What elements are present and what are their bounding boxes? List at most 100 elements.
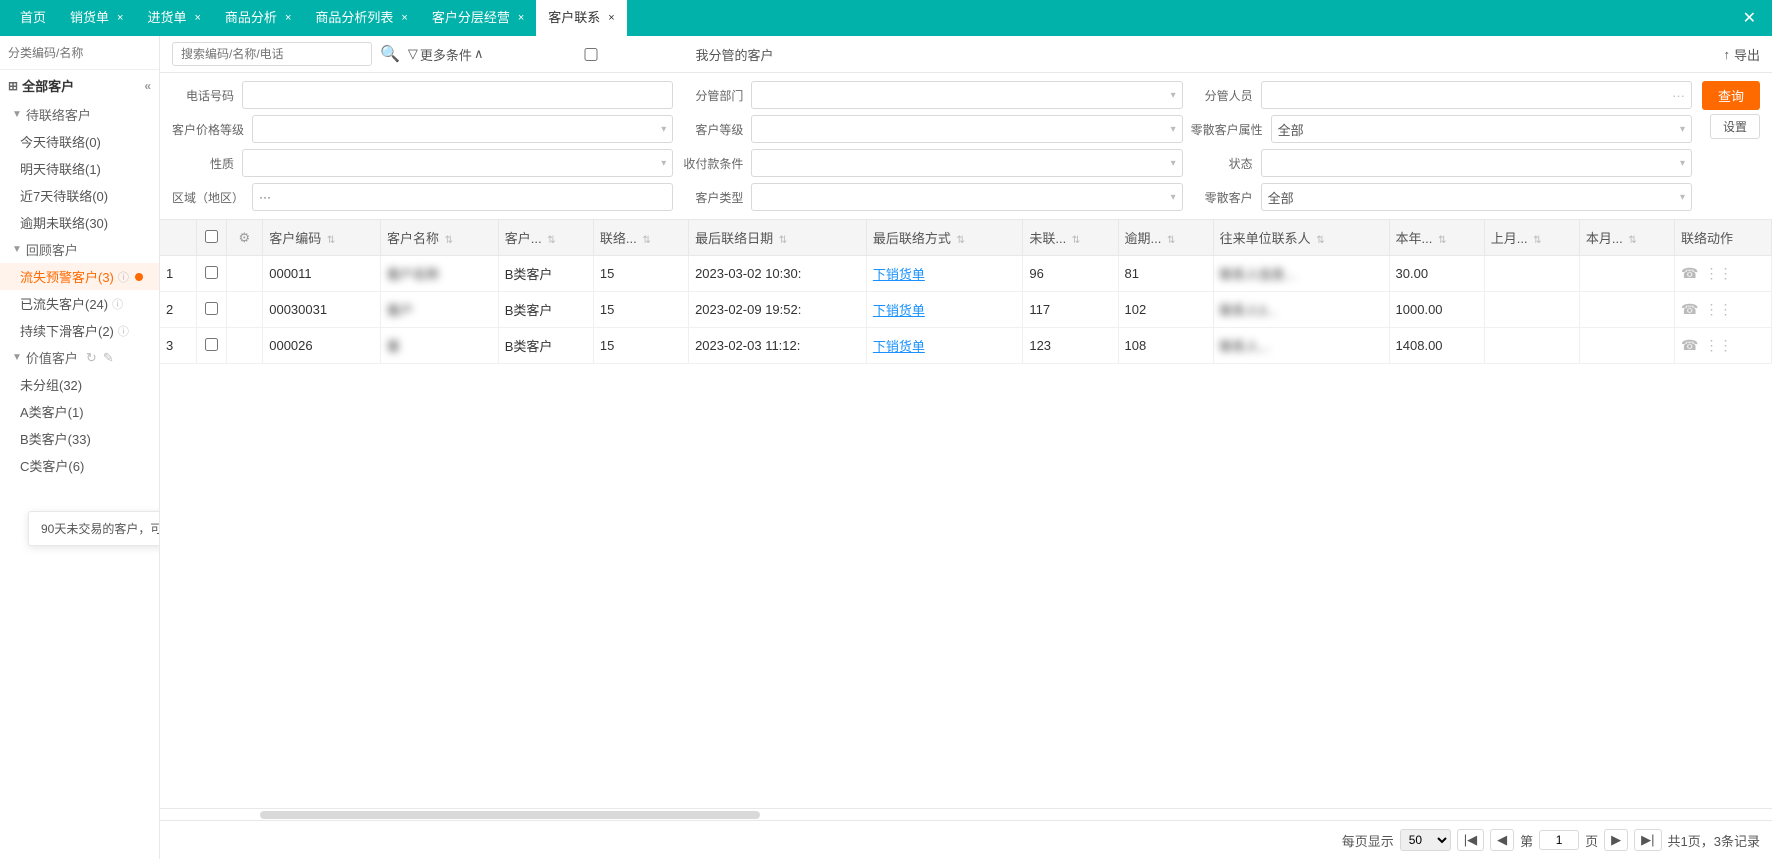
- sidebar-item-class-c[interactable]: C类客户(6): [0, 452, 159, 479]
- edit-icon[interactable]: ✎: [103, 350, 114, 366]
- page-size-select[interactable]: 50 100 200: [1400, 829, 1451, 851]
- row-code: 00030031: [263, 292, 381, 328]
- tab-purchase-order[interactable]: 进货单 ×: [135, 0, 212, 36]
- row-no-contact: 123: [1023, 328, 1118, 364]
- status-select[interactable]: ▾: [1261, 149, 1692, 177]
- col-gear[interactable]: ⚙: [226, 220, 263, 256]
- close-icon[interactable]: ×: [518, 0, 524, 36]
- filter-settings-button[interactable]: 设置: [1710, 114, 1760, 139]
- payment-select[interactable]: ▾: [751, 149, 1182, 177]
- phone-action-icon[interactable]: ☎: [1681, 337, 1698, 354]
- horizontal-scrollbar[interactable]: [160, 808, 1772, 820]
- tab-customer-contact[interactable]: 客户联系 ×: [536, 0, 626, 36]
- sidebar-item-unassigned[interactable]: 未分组(32): [0, 371, 159, 398]
- filter-phone: 电话号码: [172, 81, 673, 109]
- search-button[interactable]: 🔍: [380, 44, 400, 64]
- department-select[interactable]: ▾: [751, 81, 1182, 109]
- zero-customer-select[interactable]: 全部 ▾: [1261, 183, 1692, 211]
- col-contact[interactable]: 联络... ⇅: [593, 220, 688, 256]
- next-page-button[interactable]: ▶: [1604, 829, 1628, 851]
- close-icon[interactable]: ×: [285, 0, 291, 36]
- sidebar-section-pending[interactable]: ▼ 待联络客户: [0, 101, 159, 128]
- query-button[interactable]: 查询: [1702, 81, 1760, 110]
- col-last-date[interactable]: 最后联络日期 ⇅: [689, 220, 867, 256]
- home-tab[interactable]: 首页: [8, 0, 58, 36]
- customer-type-select[interactable]: ▾: [751, 183, 1182, 211]
- export-button[interactable]: ↑ 导出: [1723, 45, 1760, 64]
- col-no-contact[interactable]: 未联... ⇅: [1023, 220, 1118, 256]
- price-level-select[interactable]: ▾: [252, 115, 673, 143]
- close-icon[interactable]: ×: [401, 0, 407, 36]
- top-nav: 首页 销货单 × 进货单 × 商品分析 × 商品分析列表 × 客户分层经营 × …: [0, 0, 1772, 36]
- sidebar-item-already-churned[interactable]: 已流失客户(24) ⓘ: [0, 290, 159, 317]
- phone-action-icon[interactable]: ☎: [1681, 265, 1698, 282]
- scroll-thumb[interactable]: [260, 811, 760, 819]
- sidebar-section-value[interactable]: ▼ 价值客户 ↻ ✎: [0, 344, 159, 371]
- col-this-year[interactable]: 本年... ⇅: [1389, 220, 1484, 256]
- col-this-month[interactable]: 本月... ⇅: [1579, 220, 1674, 256]
- sidebar-item-7days[interactable]: 近7天待联络(0): [0, 182, 159, 209]
- my-customers-checkbox-label[interactable]: 我分管的客户: [491, 45, 773, 64]
- tab-product-analysis[interactable]: 商品分析 ×: [213, 0, 303, 36]
- row-checkbox-cell[interactable]: [196, 256, 226, 292]
- last-page-button[interactable]: ▶|: [1634, 829, 1661, 851]
- row-checkbox-cell[interactable]: [196, 328, 226, 364]
- tab-customer-tier[interactable]: 客户分层经营 ×: [420, 0, 536, 36]
- close-icon[interactable]: ×: [117, 0, 123, 36]
- col-code[interactable]: 客户编码 ⇅: [263, 220, 381, 256]
- sidebar-item-declining[interactable]: 持续下滑客户(2) ⓘ: [0, 317, 159, 344]
- phone-action-icon[interactable]: ☎: [1681, 301, 1698, 318]
- row-last-method[interactable]: 下销货单: [866, 292, 1023, 328]
- sidebar-section-review[interactable]: ▼ 回顾客户: [0, 236, 159, 263]
- row-last-method[interactable]: 下销货单: [866, 328, 1023, 364]
- page-number-input[interactable]: [1539, 830, 1579, 850]
- more-conditions-button[interactable]: ▽ 更多条件 ∧: [408, 45, 484, 64]
- close-icon[interactable]: ×: [608, 0, 614, 36]
- refresh-icon[interactable]: ↻: [86, 350, 97, 366]
- table-row: 3 000026 客 B类客户 15 2023-02-03 11:12: 下销货…: [160, 328, 1772, 364]
- level-select[interactable]: ▾: [751, 115, 1182, 143]
- sidebar-item-overdue[interactable]: 逾期未联络(30): [0, 209, 159, 236]
- manager-select[interactable]: ···: [1261, 81, 1692, 109]
- collapse-icon[interactable]: «: [144, 79, 151, 93]
- search-input[interactable]: [172, 42, 372, 66]
- row-type: B类客户: [498, 328, 593, 364]
- sidebar-item-tomorrow[interactable]: 明天待联络(1): [0, 155, 159, 182]
- more-action-icon[interactable]: ⋮⋮: [1704, 265, 1732, 282]
- all-customers-header[interactable]: ⊞ 全部客户 «: [0, 70, 159, 101]
- row-checkbox-cell[interactable]: [196, 292, 226, 328]
- row-checkbox[interactable]: [205, 338, 218, 351]
- zero-attr-select[interactable]: 全部 ▾: [1271, 115, 1692, 143]
- tab-product-analysis-list[interactable]: 商品分析列表 ×: [303, 0, 419, 36]
- sidebar-search-input[interactable]: [8, 46, 160, 60]
- more-action-icon[interactable]: ⋮⋮: [1704, 337, 1732, 354]
- row-no-contact: 117: [1023, 292, 1118, 328]
- col-unit-contact[interactable]: 往来单位联系人 ⇅: [1213, 220, 1389, 256]
- more-action-icon[interactable]: ⋮⋮: [1704, 301, 1732, 318]
- sidebar-item-class-a[interactable]: A类客户(1): [0, 398, 159, 425]
- phone-input[interactable]: [242, 81, 673, 109]
- my-customers-checkbox[interactable]: [491, 48, 691, 61]
- row-checkbox[interactable]: [205, 302, 218, 315]
- col-last-month[interactable]: 上月... ⇅: [1484, 220, 1579, 256]
- region-button[interactable]: ···: [252, 183, 673, 211]
- nature-select[interactable]: ▾: [242, 149, 673, 177]
- first-page-button[interactable]: |◀: [1457, 829, 1484, 851]
- tab-sales-order[interactable]: 销货单 ×: [58, 0, 135, 36]
- col-last-method[interactable]: 最后联络方式 ⇅: [866, 220, 1023, 256]
- sidebar-item-churn-warning[interactable]: 流失预警客户(3) ⓘ: [0, 263, 159, 290]
- sidebar-item-class-b[interactable]: B类客户(33): [0, 425, 159, 452]
- select-all-checkbox[interactable]: [205, 230, 218, 243]
- sidebar-item-today[interactable]: 今天待联络(0): [0, 128, 159, 155]
- col-index: [160, 220, 196, 256]
- sort-icon: ⇅: [327, 235, 335, 246]
- window-close-button[interactable]: ✕: [1735, 8, 1764, 28]
- col-type[interactable]: 客户... ⇅: [498, 220, 593, 256]
- close-icon[interactable]: ×: [194, 0, 200, 36]
- row-checkbox[interactable]: [205, 266, 218, 279]
- col-name[interactable]: 客户名称 ⇅: [381, 220, 499, 256]
- prev-page-button[interactable]: ◀: [1490, 829, 1514, 851]
- chevron-down-icon: ▾: [1171, 192, 1176, 203]
- col-overdue[interactable]: 逾期... ⇅: [1118, 220, 1213, 256]
- row-last-method[interactable]: 下销货单: [866, 256, 1023, 292]
